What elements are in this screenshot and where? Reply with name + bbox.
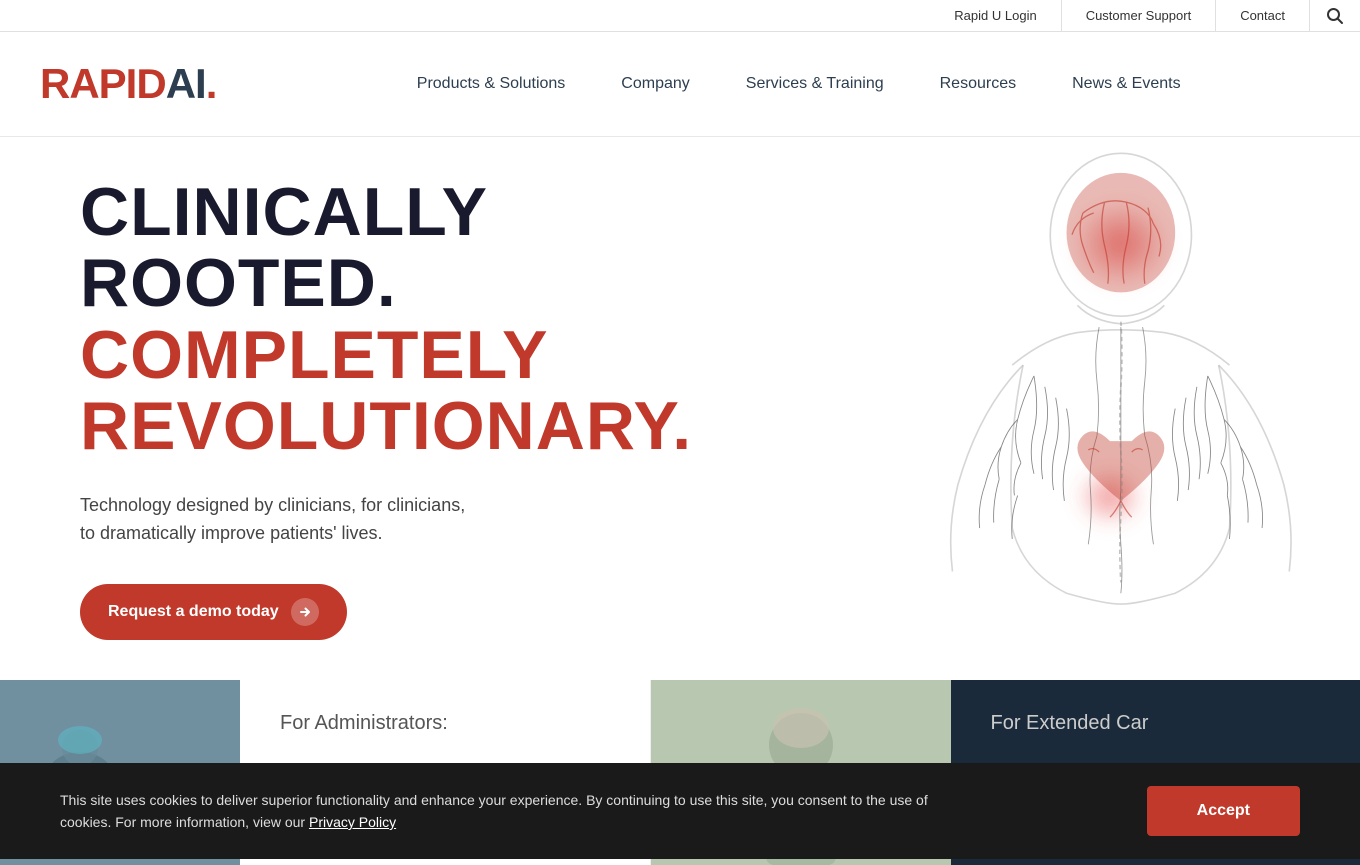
extended-care-label: For Extended Car	[991, 712, 1149, 735]
cookie-message: This site uses cookies to deliver superi…	[60, 792, 928, 830]
customer-support-link[interactable]: Customer Support	[1062, 0, 1217, 32]
cookie-banner: This site uses cookies to deliver superi…	[0, 763, 1360, 859]
logo[interactable]: RAPIDAI.	[40, 60, 217, 108]
hero-body-illustration	[830, 137, 1360, 680]
logo-rapid: RAPID	[40, 60, 166, 108]
hero-content: CLINICALLY ROOTED. COMPLETELY REVOLUTION…	[80, 177, 780, 640]
logo-dot: .	[206, 60, 218, 108]
nav-services-training[interactable]: Services & Training	[718, 75, 912, 93]
top-bar: Rapid U Login Customer Support Contact	[0, 0, 1360, 32]
nav-products-solutions[interactable]: Products & Solutions	[389, 75, 594, 93]
hero-title-line2: COMPLETELY	[80, 320, 780, 391]
contact-link[interactable]: Contact	[1216, 0, 1310, 32]
privacy-policy-link[interactable]: Privacy Policy	[309, 814, 396, 830]
main-nav: RAPIDAI. Products & Solutions Company Se…	[0, 32, 1360, 137]
cta-arrow-icon	[291, 598, 319, 626]
nav-resources[interactable]: Resources	[912, 75, 1044, 93]
nav-company[interactable]: Company	[593, 75, 717, 93]
hero-subtitle: Technology designed by clinicians, for c…	[80, 491, 780, 549]
rapid-u-login-link[interactable]: Rapid U Login	[930, 0, 1061, 32]
admin-label: For Administrators:	[280, 712, 448, 735]
hero-title-line3: REVOLUTIONARY.	[80, 391, 780, 462]
cta-label: Request a demo today	[108, 603, 279, 621]
logo-ai: AI	[166, 60, 206, 108]
hero-section: CLINICALLY ROOTED. COMPLETELY REVOLUTION…	[0, 137, 1360, 680]
request-demo-button[interactable]: Request a demo today	[80, 584, 347, 640]
hero-title-line1: CLINICALLY ROOTED.	[80, 177, 780, 320]
search-icon[interactable]	[1310, 0, 1360, 32]
top-bar-links: Rapid U Login Customer Support Contact	[930, 0, 1360, 32]
cookie-text: This site uses cookies to deliver superi…	[60, 789, 960, 834]
cookie-accept-button[interactable]: Accept	[1147, 786, 1300, 836]
nav-links: Products & Solutions Company Services & …	[277, 75, 1320, 93]
hero-subtitle-line2: to dramatically improve patients' lives.	[80, 523, 383, 543]
hero-subtitle-line1: Technology designed by clinicians, for c…	[80, 495, 465, 515]
nav-news-events[interactable]: News & Events	[1044, 75, 1208, 93]
